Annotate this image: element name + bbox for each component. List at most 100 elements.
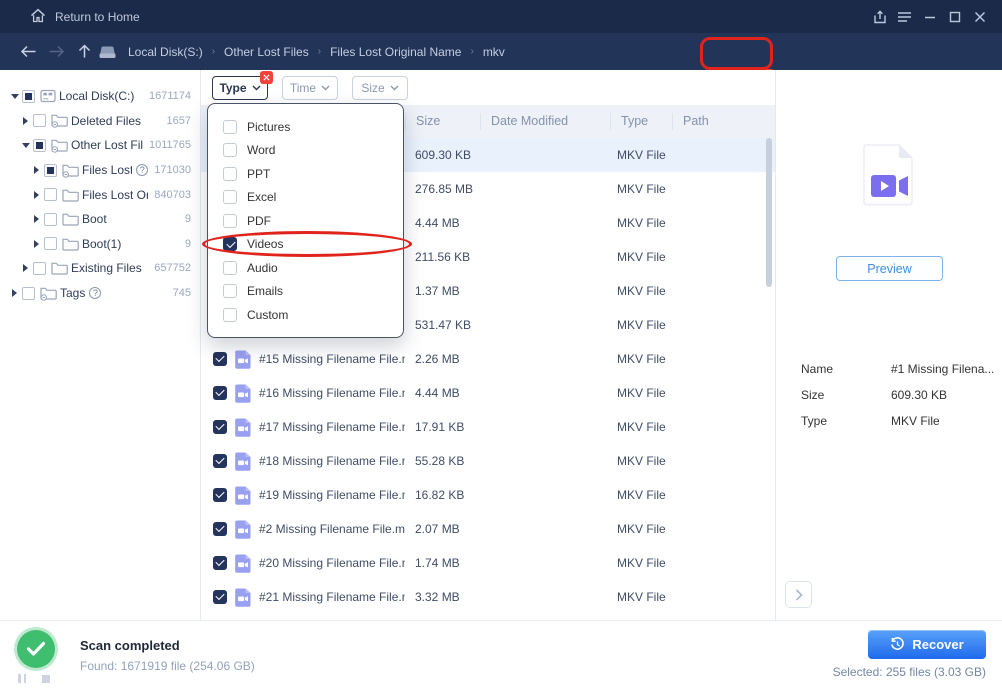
row-checkbox[interactable] [213, 386, 227, 400]
tree-expander-icon[interactable] [19, 142, 32, 148]
row-checkbox[interactable] [213, 590, 227, 604]
filter-option-excel[interactable]: Excel [208, 190, 403, 204]
breadcrumb-item[interactable]: Local Disk(S:) [128, 45, 203, 59]
filter-chip-size[interactable]: Size [352, 75, 408, 100]
file-row[interactable]: #2 Missing Filename File.mkv 2.07 MB MKV F… [201, 512, 775, 546]
tree-checkbox[interactable] [33, 114, 46, 128]
filter-option-checkbox[interactable] [223, 143, 237, 157]
file-size-cell: 4.44 MB [415, 216, 460, 230]
help-icon[interactable]: ? [136, 164, 149, 177]
tree-checkbox[interactable] [22, 286, 35, 300]
filter-option-word[interactable]: Word [208, 143, 403, 157]
tree-expander-icon[interactable] [8, 93, 21, 99]
column-header-size[interactable]: Size [405, 113, 480, 130]
file-row[interactable]: #17 Missing Filename File.mkv 17.91 KB MKV… [201, 410, 775, 444]
file-size-cell: 2.07 MB [415, 522, 460, 536]
row-checkbox[interactable] [213, 556, 227, 570]
breadcrumb-item[interactable]: Files Lost Original Name [330, 45, 461, 59]
breadcrumb-item[interactable]: Other Lost Files [224, 45, 309, 59]
pause-icon[interactable] [18, 674, 26, 683]
tree-checkbox[interactable] [44, 188, 57, 202]
sidebar-tree-item[interactable]: Local Disk(C:) 1671174 [0, 84, 200, 109]
filter-option-pdf[interactable]: PDF [208, 213, 403, 228]
tree-expander-icon[interactable] [30, 215, 43, 224]
preview-button[interactable]: Preview [836, 256, 943, 281]
breadcrumb-item[interactable]: mkv [483, 45, 505, 59]
filter-option-checkbox[interactable] [223, 307, 237, 322]
menu-icon[interactable] [892, 0, 917, 33]
sidebar-tree-item[interactable]: Tags? 745 [0, 281, 200, 306]
sidebar-tree-item[interactable]: Files Lost Origi...? 171030 [0, 158, 200, 183]
tree-checkbox[interactable] [33, 138, 46, 152]
status-bar: Scan completed Found: 1671919 file (254.… [0, 620, 1002, 690]
column-header-type[interactable]: Type [610, 113, 672, 130]
row-checkbox[interactable] [213, 420, 227, 434]
sidebar-tree-item[interactable]: Existing Files 657752 [0, 256, 200, 281]
tree-expander-icon[interactable] [30, 239, 43, 248]
file-row[interactable]: #20 Missing Filename File.mkv 1.74 MB MKV … [201, 546, 775, 580]
filter-option-videos[interactable]: Videos [202, 231, 412, 257]
tree-expander-icon[interactable] [30, 166, 43, 175]
file-type-cell: MKV File [617, 182, 666, 196]
sidebar-tree-item[interactable]: Files Lost Original ... 840703 [0, 182, 200, 207]
file-name-cell: #19 Missing Filename File.mkv [201, 486, 405, 505]
row-checkbox[interactable] [213, 454, 227, 468]
tree-checkbox[interactable] [44, 237, 57, 251]
sidebar-tree-item[interactable]: Boot(1) 9 [0, 232, 200, 257]
column-header-date-modified[interactable]: Date Modified [480, 113, 610, 130]
filter-option-checkbox[interactable] [223, 260, 237, 275]
upgrade-icon[interactable] [867, 0, 892, 33]
folder-icon [62, 188, 79, 202]
tree-item-count: 657752 [154, 262, 191, 275]
row-checkbox[interactable] [213, 488, 227, 502]
tree-expander-icon[interactable] [8, 289, 21, 298]
tree-expander-icon[interactable] [19, 264, 32, 273]
file-row[interactable]: #16 Missing Filename File.mkv 4.44 MB MKV … [201, 376, 775, 410]
sidebar-tree-item[interactable]: Deleted Files 1657 [0, 109, 200, 134]
file-row[interactable]: #19 Missing Filename File.mkv 16.82 KB MKV… [201, 478, 775, 512]
filter-chip-type[interactable]: Type [212, 70, 273, 100]
detail-value: #1 Missing Filena... [891, 362, 995, 376]
file-row[interactable]: #15 Missing Filename File.mkv 2.26 MB MKV … [201, 342, 775, 376]
filter-option-ppt[interactable]: PPT [208, 166, 403, 181]
file-row[interactable]: #18 Missing Filename File.mkv 55.28 KB MKV… [201, 444, 775, 478]
filter-option-checkbox[interactable] [223, 119, 237, 134]
detail-row: Type MKV File [776, 414, 1002, 428]
tree-checkbox[interactable] [44, 212, 57, 226]
tree-checkbox[interactable] [22, 89, 35, 103]
help-icon[interactable]: ? [89, 287, 102, 300]
filter-option-emails[interactable]: Emails [208, 284, 403, 298]
tree-expander-icon[interactable] [19, 116, 32, 125]
back-icon[interactable] [14, 33, 42, 70]
recover-button[interactable]: Recover [868, 630, 986, 659]
close-icon[interactable] [967, 0, 992, 33]
minimize-icon[interactable] [917, 0, 942, 33]
list-scrollbar[interactable] [766, 138, 772, 287]
filter-option-checkbox[interactable] [223, 190, 237, 204]
up-icon[interactable] [70, 33, 98, 70]
file-name-cell: #20 Missing Filename File.mkv [201, 554, 405, 573]
return-home-button[interactable]: Return to Home [30, 0, 140, 33]
tree-checkbox[interactable] [44, 163, 57, 177]
filter-option-checkbox[interactable] [223, 213, 237, 228]
filter-option-checkbox[interactable] [223, 166, 237, 181]
filter-chip-time[interactable]: Time [282, 75, 338, 100]
filter-option-checkbox[interactable] [223, 237, 237, 251]
filter-option-audio[interactable]: Audio [208, 260, 403, 275]
column-header-path[interactable]: Path [672, 113, 775, 130]
filter-option-pictures[interactable]: Pictures [208, 119, 403, 134]
tree-checkbox[interactable] [33, 261, 46, 275]
stop-icon[interactable] [42, 674, 50, 683]
sidebar-tree-item[interactable]: Other Lost Files 1011765 [0, 133, 200, 158]
return-home-label: Return to Home [55, 9, 140, 24]
forward-icon[interactable] [42, 33, 70, 70]
row-checkbox[interactable] [213, 522, 227, 536]
tree-expander-icon[interactable] [30, 190, 43, 199]
sidebar-tree-item[interactable]: Boot 9 [0, 207, 200, 232]
maximize-icon[interactable] [942, 0, 967, 33]
file-row[interactable]: #21 Missing Filename File.mkv 3.32 MB MKV … [201, 580, 775, 614]
collapse-panel-button[interactable] [785, 581, 812, 608]
row-checkbox[interactable] [213, 352, 227, 366]
filter-option-custom[interactable]: Custom [208, 307, 403, 322]
filter-option-checkbox[interactable] [223, 284, 237, 298]
